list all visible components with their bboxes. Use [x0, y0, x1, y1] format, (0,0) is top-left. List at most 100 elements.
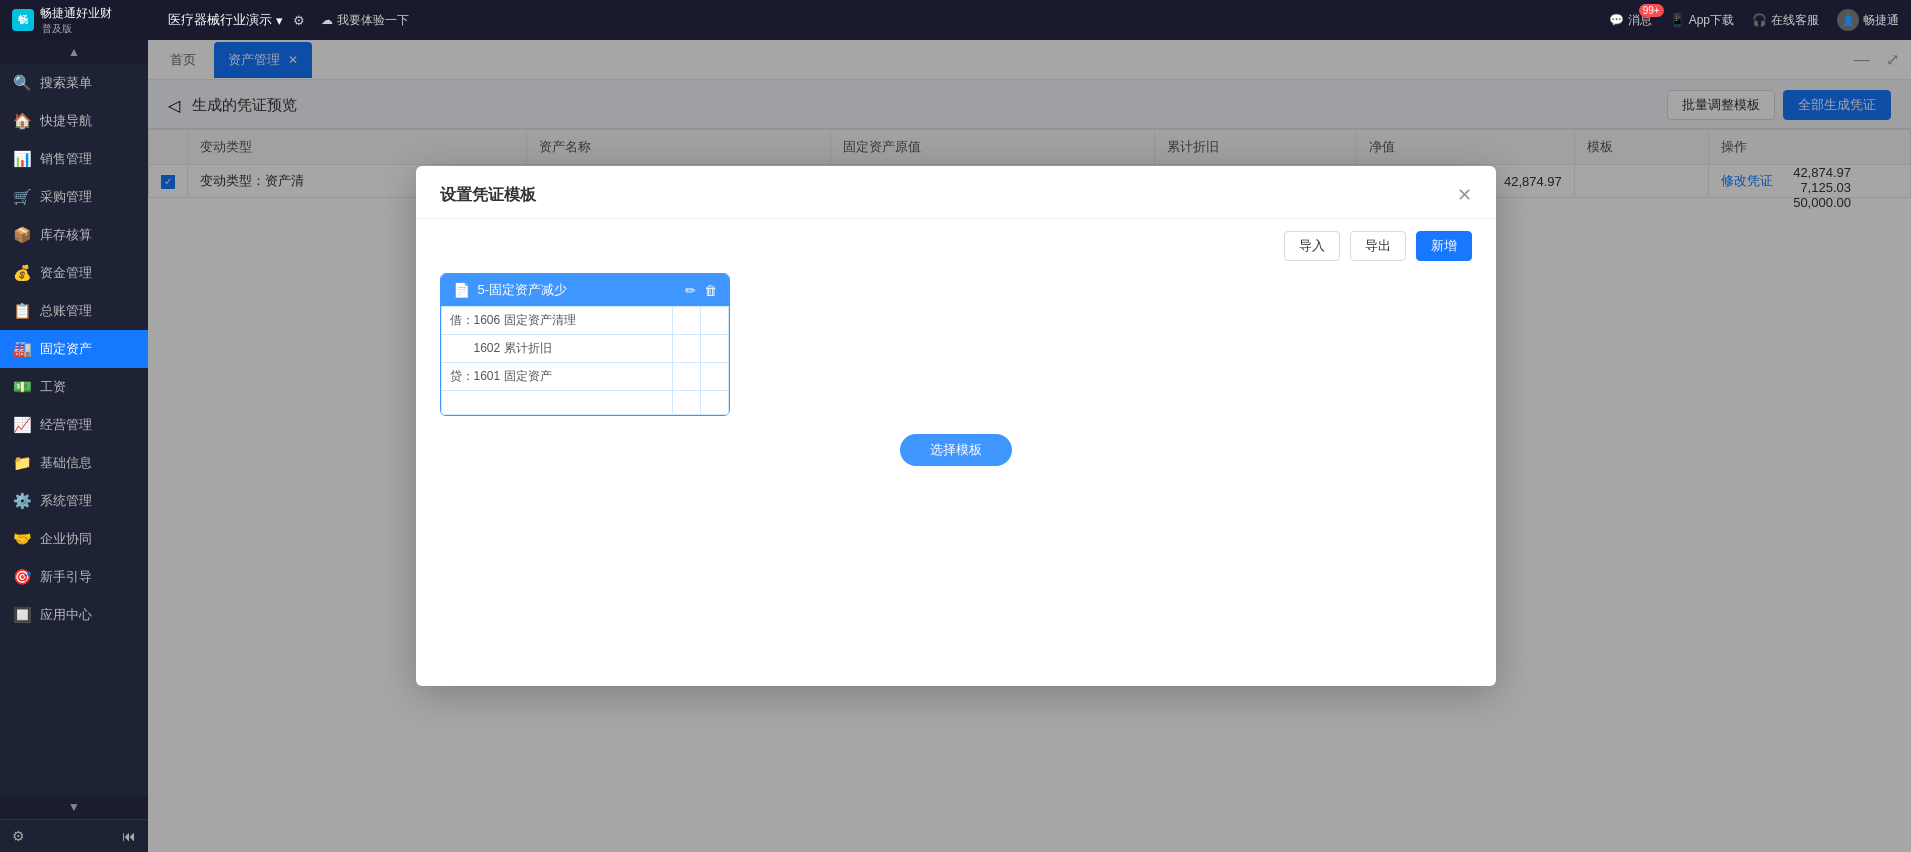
sidebar-label-sales: 销售管理: [40, 150, 92, 168]
sidebar-item-sales[interactable]: 📊 销售管理: [0, 140, 148, 178]
new-button[interactable]: 新增: [1416, 231, 1472, 261]
sidebar-label-guide: 新手引导: [40, 568, 92, 586]
sidebar-item-purchase[interactable]: 🛒 采购管理: [0, 178, 148, 216]
message-tool[interactable]: 💬 消息 99+: [1609, 12, 1652, 29]
sidebar-item-guide[interactable]: 🎯 新手引导: [0, 558, 148, 596]
entry-credit-0: [700, 307, 728, 335]
sidebar-label-system: 系统管理: [40, 492, 92, 510]
import-button[interactable]: 导入: [1284, 231, 1340, 261]
edition-label: 普及版: [42, 22, 112, 36]
dialog-toolbar: 导入 导出 新增: [416, 219, 1496, 273]
box-icon: 📦: [12, 226, 32, 244]
sidebar-item-search[interactable]: 🔍 搜索菜单: [0, 64, 148, 102]
sidebar-label-quick-nav: 快捷导航: [40, 112, 92, 130]
chevron-down-icon: ▾: [276, 13, 283, 28]
top-header: 畅 畅捷通好业财 普及版 医疗器械行业演示 ▾ ⚙ ☁ 我要体验一下 💬 消息 …: [0, 0, 1911, 40]
sidebar-label-search: 搜索菜单: [40, 74, 92, 92]
entry-debit-2: [673, 363, 701, 391]
sidebar-item-basics[interactable]: 📁 基础信息: [0, 444, 148, 482]
template-card-body: 借：1606 固定资产清理 1602 累计折旧 贷：1601 固定资产: [441, 306, 729, 415]
sidebar-item-app-center[interactable]: 🔲 应用中心: [0, 596, 148, 634]
entry-side-0: 借：1606 固定资产清理: [441, 307, 673, 335]
sidebar-item-ledger[interactable]: 📋 总账管理: [0, 292, 148, 330]
document-icon: 📄: [453, 282, 470, 298]
sidebar-label-fixed-assets: 固定资产: [40, 340, 92, 358]
template-card-actions: ✏ 🗑: [685, 283, 717, 298]
scroll-up-button[interactable]: ▲: [0, 40, 148, 64]
sidebar-label-app-center: 应用中心: [40, 606, 92, 624]
edit-icon[interactable]: ✏: [685, 283, 696, 298]
template-card-title: 5-固定资产减少: [478, 281, 677, 299]
collapse-sidebar-button[interactable]: ⏮: [122, 828, 136, 844]
logo-icon: 畅: [12, 9, 34, 31]
logo-text: 畅捷通好业财: [40, 5, 112, 22]
mobile-icon: 📱: [1670, 13, 1685, 27]
company-select[interactable]: 医疗器械行业演示 ▾: [168, 11, 283, 29]
sidebar-label-basics: 基础信息: [40, 454, 92, 472]
experience-link[interactable]: ☁ 我要体验一下: [321, 12, 409, 29]
sidebar-label-purchase: 采购管理: [40, 188, 92, 206]
app-download-tool[interactable]: 📱 App下载: [1670, 12, 1734, 29]
entry-credit-2: [700, 363, 728, 391]
home-icon: 🏠: [12, 112, 32, 130]
sidebar-item-payroll[interactable]: 💵 工资: [0, 368, 148, 406]
trend-icon: 📈: [12, 416, 32, 434]
gear-icon: ⚙️: [12, 492, 32, 510]
money-icon: 💰: [12, 264, 32, 282]
online-service-tool[interactable]: 🎧 在线客服: [1752, 12, 1819, 29]
cloud-icon: ☁: [321, 13, 333, 27]
message-icon: 💬: [1609, 13, 1624, 27]
user-tool[interactable]: 👤 畅捷通: [1837, 9, 1899, 31]
cart-icon: 🛒: [12, 188, 32, 206]
sidebar-label-capital: 资金管理: [40, 264, 92, 282]
sidebar-item-capital[interactable]: 💰 资金管理: [0, 254, 148, 292]
search-icon: 🔍: [12, 74, 32, 92]
sidebar-label-inventory: 库存核算: [40, 226, 92, 244]
folder-icon: 📁: [12, 454, 32, 472]
entry-side-1: 1602 累计折旧: [441, 335, 673, 363]
entry-debit-1: [673, 335, 701, 363]
sidebar-item-fixed-assets[interactable]: 🏭 固定资产: [0, 330, 148, 368]
dialog-body: 📄 5-固定资产减少 ✏ 🗑 借：1606 固定资产清理: [416, 273, 1496, 490]
sidebar-label-payroll: 工资: [40, 378, 66, 396]
dialog-close-button[interactable]: ✕: [1457, 184, 1472, 206]
template-entry-row-0: 借：1606 固定资产清理: [441, 307, 728, 335]
sidebar-label-operations: 经营管理: [40, 416, 92, 434]
right-tools: 💬 消息 99+ 📱 App下载 🎧 在线客服 👤 畅捷通: [1609, 9, 1899, 31]
chart-icon: 📊: [12, 150, 32, 168]
sidebar-label-enterprise: 企业协同: [40, 530, 92, 548]
template-entry-row-empty: [441, 391, 728, 415]
avatar: 👤: [1837, 9, 1859, 31]
sidebar-label-ledger: 总账管理: [40, 302, 92, 320]
payroll-icon: 💵: [12, 378, 32, 396]
sidebar-item-inventory[interactable]: 📦 库存核算: [0, 216, 148, 254]
delete-icon[interactable]: 🗑: [704, 283, 717, 298]
bottom-settings-icon[interactable]: ⚙: [12, 828, 25, 844]
template-entry-row-1: 1602 累计折旧: [441, 335, 728, 363]
handshake-icon: 🤝: [12, 530, 32, 548]
ledger-icon: 📋: [12, 302, 32, 320]
message-badge: 99+: [1639, 4, 1664, 17]
dialog-header: 设置凭证模板 ✕: [416, 166, 1496, 219]
sidebar-item-quick-nav[interactable]: 🏠 快捷导航: [0, 102, 148, 140]
template-card: 📄 5-固定资产减少 ✏ 🗑 借：1606 固定资产清理: [440, 273, 730, 416]
scroll-down-button[interactable]: ▼: [0, 795, 148, 819]
entry-credit-1: [700, 335, 728, 363]
entry-debit-0: [673, 307, 701, 335]
sidebar-scroll: 🔍 搜索菜单 🏠 快捷导航 📊 销售管理 🛒 采购管理 📦 库存核算 💰: [0, 64, 148, 795]
set-voucher-template-dialog: 设置凭证模板 ✕ 导入 导出 新增 📄 5-固定资产减少 ✏ 🗑 借：160: [416, 166, 1496, 686]
sidebar: ▲ 🔍 搜索菜单 🏠 快捷导航 📊 销售管理 🛒 采购管理 📦 库存核算: [0, 40, 148, 852]
sidebar-item-enterprise[interactable]: 🤝 企业协同: [0, 520, 148, 558]
settings-icon[interactable]: ⚙: [293, 13, 305, 28]
logo-area: 畅 畅捷通好业财 普及版: [12, 5, 160, 36]
sidebar-bottom: ⚙ ⏮: [0, 819, 148, 852]
headset-icon: 🎧: [1752, 13, 1767, 27]
template-entry-row-2: 贷：1601 固定资产: [441, 363, 728, 391]
template-card-header: 📄 5-固定资产减少 ✏ 🗑: [441, 274, 729, 306]
company-name: 医疗器械行业演示: [168, 11, 272, 29]
sidebar-item-operations[interactable]: 📈 经营管理: [0, 406, 148, 444]
sidebar-item-system[interactable]: ⚙️ 系统管理: [0, 482, 148, 520]
factory-icon: 🏭: [12, 340, 32, 358]
export-button[interactable]: 导出: [1350, 231, 1406, 261]
select-template-button[interactable]: 选择模板: [900, 434, 1012, 466]
